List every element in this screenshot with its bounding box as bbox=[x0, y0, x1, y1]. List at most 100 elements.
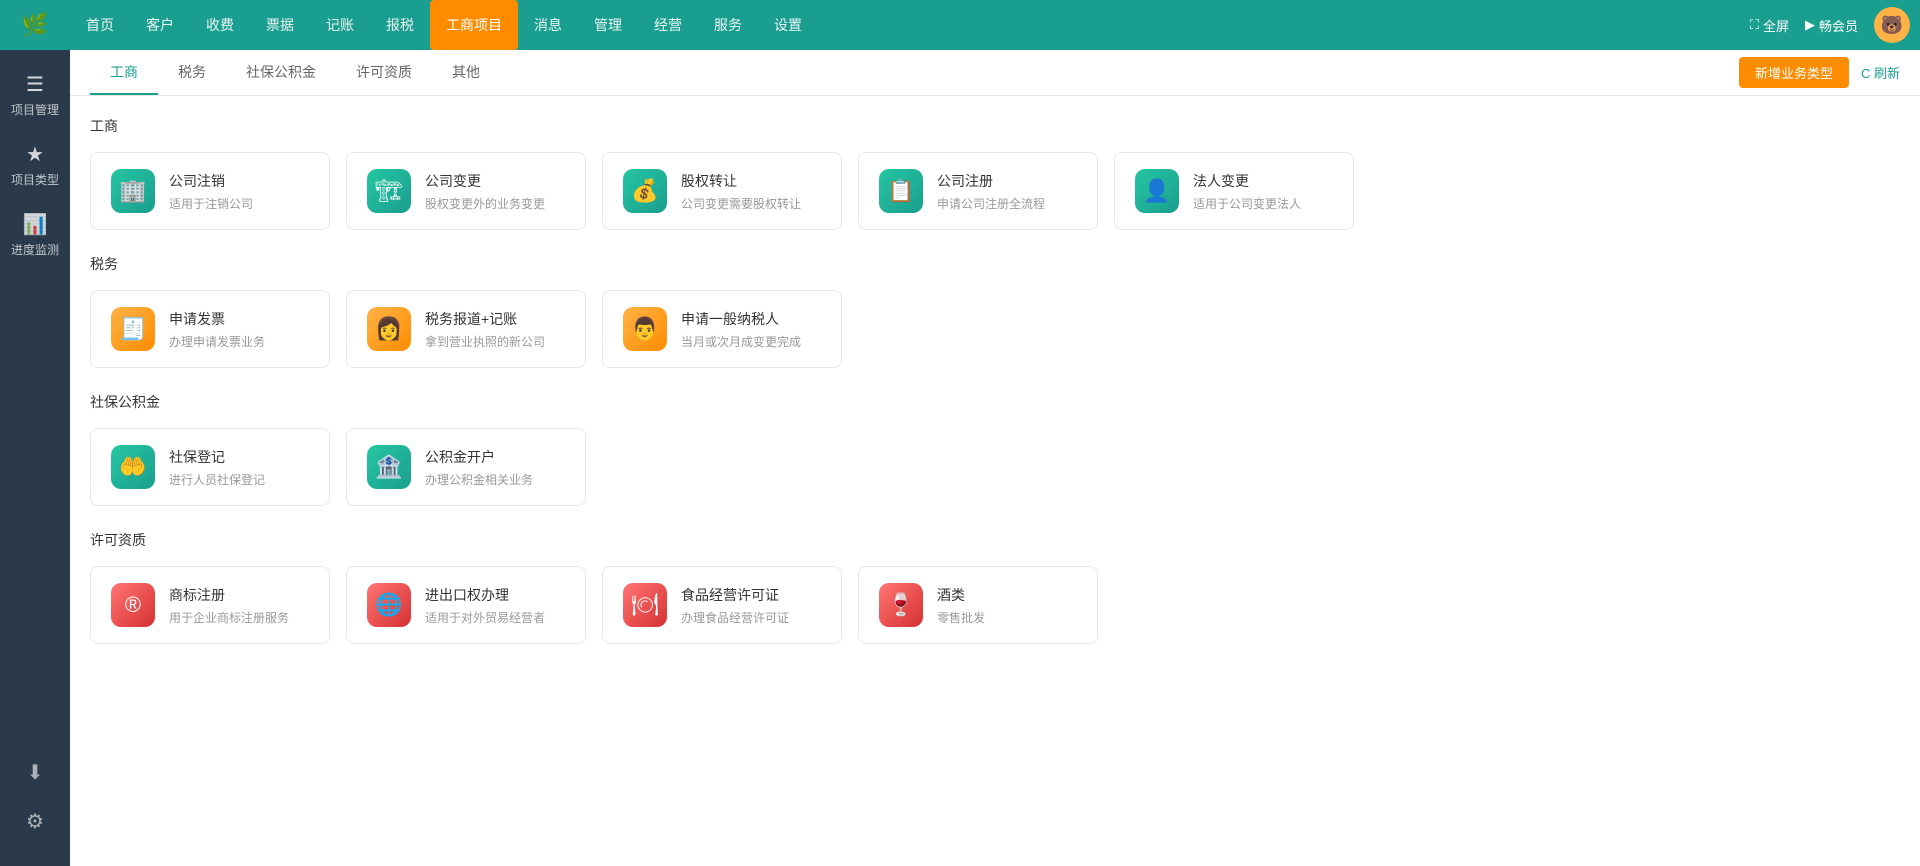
nav-item-服务[interactable]: 服务 bbox=[698, 0, 758, 50]
card-desc: 申请公司注册全流程 bbox=[937, 195, 1045, 212]
play-icon: ▶ bbox=[1805, 17, 1815, 33]
service-card-酒类[interactable]: 🍷 酒类零售批发 bbox=[858, 566, 1098, 644]
refresh-button[interactable]: C 刷新 bbox=[1861, 63, 1900, 82]
sidebar-item-label: 进度监测 bbox=[11, 241, 59, 258]
card-desc: 办理公积金相关业务 bbox=[425, 471, 533, 488]
card-text: 酒类零售批发 bbox=[937, 585, 985, 626]
service-card-申请一般纳税人[interactable]: 👨 申请一般纳税人当月或次月成变更完成 bbox=[602, 290, 842, 368]
card-desc: 进行人员社保登记 bbox=[169, 471, 265, 488]
card-title: 公积金开户 bbox=[425, 447, 533, 467]
card-text: 法人变更适用于公司变更法人 bbox=[1193, 171, 1301, 212]
nav-item-经营[interactable]: 经营 bbox=[638, 0, 698, 50]
card-text: 食品经营许可证办理食品经营许可证 bbox=[681, 585, 789, 626]
section-title: 工商 bbox=[90, 116, 1900, 136]
tab-许可资质[interactable]: 许可资质 bbox=[336, 50, 432, 95]
nav-item-管理[interactable]: 管理 bbox=[578, 0, 638, 50]
service-card-申请发票[interactable]: 🧾申请发票办理申请发票业务 bbox=[90, 290, 330, 368]
tab-bar: 工商税务社保公积金许可资质其他 新增业务类型 C 刷新 bbox=[70, 50, 1920, 96]
cards-grid: 🏢 公司注销适用于注销公司 🏗 公司变更股权变更外的业务变更 💰 股权转让公司变更需要股权… bbox=[90, 152, 1900, 230]
card-title: 社保登记 bbox=[169, 447, 265, 467]
card-desc: 办理申请发票业务 bbox=[169, 333, 265, 350]
card-title: 申请一般纳税人 bbox=[681, 309, 801, 329]
card-desc: 适用于注销公司 bbox=[169, 195, 253, 212]
cards-grid: ®商标注册用于企业商标注册服务🌐进出口权办理适用于对外贸易经营者🍽食品经营许可证… bbox=[90, 566, 1900, 644]
service-card-公司注销[interactable]: 🏢 公司注销适用于注销公司 bbox=[90, 152, 330, 230]
tab-税务[interactable]: 税务 bbox=[158, 50, 226, 95]
card-icon: 🧾 bbox=[111, 307, 155, 351]
tabs: 工商税务社保公积金许可资质其他 bbox=[90, 50, 500, 95]
new-type-button[interactable]: 新增业务类型 bbox=[1739, 57, 1849, 88]
nav-item-收费[interactable]: 收费 bbox=[190, 0, 250, 50]
card-desc: 股权变更外的业务变更 bbox=[425, 195, 545, 212]
service-card-进出口权办理[interactable]: 🌐进出口权办理适用于对外贸易经营者 bbox=[346, 566, 586, 644]
nav-item-报税[interactable]: 报税 bbox=[370, 0, 430, 50]
card-title: 食品经营许可证 bbox=[681, 585, 789, 605]
card-text: 股权转让公司变更需要股权转让 bbox=[681, 171, 801, 212]
logo: 🌿 bbox=[10, 12, 60, 38]
card-title: 法人变更 bbox=[1193, 171, 1301, 191]
member-btn[interactable]: ▶ 畅会员 bbox=[1805, 16, 1858, 35]
sidebar-bottom-item[interactable]: ⚙ bbox=[0, 797, 70, 846]
section-税务: 税务🧾申请发票办理申请发票业务👩税务报道+记账拿到营业执照的新公司👨申请一般纳税… bbox=[90, 254, 1900, 368]
service-card-社保登记[interactable]: 🤲社保登记进行人员社保登记 bbox=[90, 428, 330, 506]
service-card-公司注册[interactable]: 📋 公司注册申请公司注册全流程 bbox=[858, 152, 1098, 230]
sidebar-item-进度监测[interactable]: 📊进度监测 bbox=[0, 200, 70, 270]
sidebar-icon: ☰ bbox=[26, 72, 44, 97]
service-card-税务报道+记账[interactable]: 👩税务报道+记账拿到营业执照的新公司 bbox=[346, 290, 586, 368]
card-icon: 👨 bbox=[623, 307, 667, 351]
member-label: 畅会员 bbox=[1819, 16, 1858, 35]
card-icon: 🍷 bbox=[879, 583, 923, 627]
section-工商: 工商 🏢 公司注销适用于注销公司 🏗 公司变更股权变更外的业务变更 💰 股权转让公司变更需要… bbox=[90, 116, 1900, 230]
service-card-公积金开户[interactable]: 🏦公积金开户办理公积金相关业务 bbox=[346, 428, 586, 506]
card-icon: 💰 bbox=[623, 169, 667, 213]
sidebar-bottom: ⬇⚙ bbox=[0, 748, 70, 866]
card-icon: ® bbox=[111, 583, 155, 627]
sidebar: ☰ 项目管理 ★ 项目类型 📊进度监测 ⬇⚙ bbox=[0, 50, 70, 866]
service-card-食品经营许可证[interactable]: 🍽食品经营许可证办理食品经营许可证 bbox=[602, 566, 842, 644]
card-icon: 🏢 bbox=[111, 169, 155, 213]
nav-item-首页[interactable]: 首页 bbox=[70, 0, 130, 50]
card-icon: 🏗 bbox=[367, 169, 411, 213]
fullscreen-label: 全屏 bbox=[1763, 16, 1789, 35]
sidebar-item-label: 项目类型 bbox=[11, 171, 59, 188]
top-navigation: 🌿 首页客户收费票据记账报税工商项目消息管理经营服务设置 ⛶ 全屏 ▶ 畅会员 … bbox=[0, 0, 1920, 50]
nav-item-设置[interactable]: 设置 bbox=[758, 0, 818, 50]
card-text: 税务报道+记账拿到营业执照的新公司 bbox=[425, 309, 545, 350]
card-title: 公司注销 bbox=[169, 171, 253, 191]
card-desc: 拿到营业执照的新公司 bbox=[425, 333, 545, 350]
section-社保公积金: 社保公积金🤲社保登记进行人员社保登记🏦公积金开户办理公积金相关业务 bbox=[90, 392, 1900, 506]
service-card-商标注册[interactable]: ®商标注册用于企业商标注册服务 bbox=[90, 566, 330, 644]
nav-item-客户[interactable]: 客户 bbox=[130, 0, 190, 50]
nav-items: 首页客户收费票据记账报税工商项目消息管理经营服务设置 bbox=[70, 0, 1750, 50]
sidebar-item-项目类型[interactable]: ★ 项目类型 bbox=[0, 130, 70, 200]
tab-bar-actions: 新增业务类型 C 刷新 bbox=[1739, 57, 1900, 88]
cards-grid: 🤲社保登记进行人员社保登记🏦公积金开户办理公积金相关业务 bbox=[90, 428, 1900, 506]
fullscreen-btn[interactable]: ⛶ 全屏 bbox=[1750, 16, 1789, 35]
card-title: 酒类 bbox=[937, 585, 985, 605]
card-text: 公司注册申请公司注册全流程 bbox=[937, 171, 1045, 212]
card-icon: 👤 bbox=[1135, 169, 1179, 213]
nav-item-票据[interactable]: 票据 bbox=[250, 0, 310, 50]
service-card-法人变更[interactable]: 👤 法人变更适用于公司变更法人 bbox=[1114, 152, 1354, 230]
card-desc: 适用于对外贸易经营者 bbox=[425, 609, 545, 626]
tab-社保公积金[interactable]: 社保公积金 bbox=[226, 50, 336, 95]
card-icon: 📋 bbox=[879, 169, 923, 213]
service-card-公司变更[interactable]: 🏗 公司变更股权变更外的业务变更 bbox=[346, 152, 586, 230]
section-title: 社保公积金 bbox=[90, 392, 1900, 412]
nav-item-工商项目[interactable]: 工商项目 bbox=[430, 0, 518, 50]
nav-item-消息[interactable]: 消息 bbox=[518, 0, 578, 50]
sidebar-item-项目管理[interactable]: ☰ 项目管理 bbox=[0, 60, 70, 130]
service-card-股权转让[interactable]: 💰 股权转让公司变更需要股权转让 bbox=[602, 152, 842, 230]
card-desc: 适用于公司变更法人 bbox=[1193, 195, 1301, 212]
card-desc: 办理食品经营许可证 bbox=[681, 609, 789, 626]
card-text: 公司变更股权变更外的业务变更 bbox=[425, 171, 545, 212]
tab-工商[interactable]: 工商 bbox=[90, 50, 158, 95]
cards-grid: 🧾申请发票办理申请发票业务👩税务报道+记账拿到营业执照的新公司 👨 申请一般纳税人当… bbox=[90, 290, 1900, 368]
nav-item-记账[interactable]: 记账 bbox=[310, 0, 370, 50]
sidebar-item-label: 项目管理 bbox=[11, 101, 59, 118]
tab-其他[interactable]: 其他 bbox=[432, 50, 500, 95]
sidebar-icon: ★ bbox=[26, 142, 44, 167]
nav-right: ⛶ 全屏 ▶ 畅会员 🐻 bbox=[1750, 7, 1910, 43]
card-desc: 当月或次月成变更完成 bbox=[681, 333, 801, 350]
sidebar-bottom-item[interactable]: ⬇ bbox=[0, 748, 70, 797]
